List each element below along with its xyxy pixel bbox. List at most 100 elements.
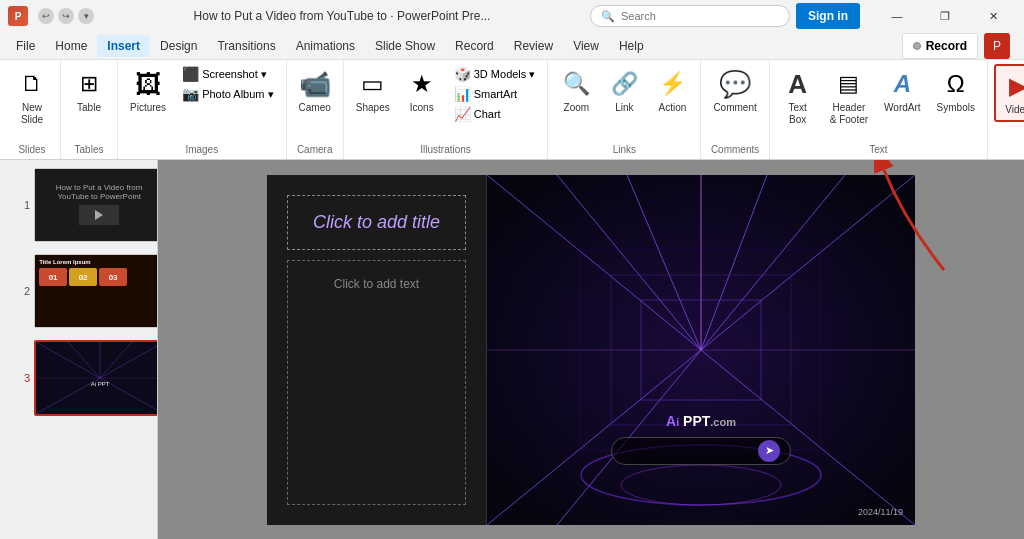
thumb2-box-3: 03 <box>99 268 127 286</box>
new-slide-label: NewSlide <box>21 102 43 126</box>
cameo-icon: 📹 <box>299 68 331 100</box>
slide-thumb-1[interactable]: How to Put a Video from YouTube to Power… <box>34 168 158 242</box>
text-group-label: Text <box>869 144 887 155</box>
pictures-icon: 🖼 <box>132 68 164 100</box>
zoom-icon: 🔍 <box>560 68 592 100</box>
menu-record[interactable]: Record <box>445 35 504 57</box>
menu-home[interactable]: Home <box>45 35 97 57</box>
powerpoint-badge: P <box>984 33 1010 59</box>
action-label: Action <box>658 102 686 114</box>
main-area: 1 How to Put a Video from YouTube to Pow… <box>0 160 1024 539</box>
action-button[interactable]: ⚡ Action <box>650 64 694 118</box>
ribbon-group-media: ▶ Video 🎵 Audio ⬚ ScreenRecording Media <box>988 60 1024 159</box>
comment-icon: 💬 <box>719 68 751 100</box>
record-dot-icon <box>913 42 921 50</box>
aippt-input-bar[interactable]: ➤ <box>611 437 791 465</box>
comments-group-label: Comments <box>711 144 759 155</box>
chart-button[interactable]: 📈 Chart <box>448 104 542 124</box>
icons-label: Icons <box>410 102 434 114</box>
menu-transitions[interactable]: Transitions <box>207 35 285 57</box>
undo-button[interactable]: ↩ <box>38 8 54 24</box>
wordart-label: WordArt <box>884 102 921 114</box>
ppt-text: PPT <box>683 413 710 429</box>
ribbon-group-illustrations: ▭ Shapes ★ Icons 🎲 3D Models ▾ 📊 SmartAr… <box>344 60 549 159</box>
symbols-button[interactable]: Ω Symbols <box>931 64 981 118</box>
pictures-button[interactable]: 🖼 Pictures <box>124 64 172 118</box>
shapes-button[interactable]: ▭ Shapes <box>350 64 396 118</box>
title-placeholder[interactable]: Click to add title <box>287 195 466 250</box>
screenshot-button[interactable]: ⬛ Screenshot ▾ <box>176 64 279 84</box>
action-icon: ⚡ <box>656 68 688 100</box>
chart-label: Chart <box>474 108 501 120</box>
symbols-icon: Ω <box>940 68 972 100</box>
comment-button[interactable]: 💬 Comment <box>707 64 762 118</box>
photo-album-icon: 📷 <box>182 86 198 102</box>
thumb1-title: How to Put a Video from YouTube to Power… <box>39 183 158 201</box>
search-box[interactable]: 🔍 <box>590 5 790 27</box>
menu-design[interactable]: Design <box>150 35 207 57</box>
redo-button[interactable]: ↪ <box>58 8 74 24</box>
menu-view[interactable]: View <box>563 35 609 57</box>
record-top-button[interactable]: Record <box>902 33 978 59</box>
cameo-button[interactable]: 📹 Cameo <box>293 64 337 118</box>
3d-models-icon: 🎲 <box>454 66 470 82</box>
thumb2-title: Title Lorem Ipsum <box>39 259 158 265</box>
header-footer-button[interactable]: ▤ Header& Footer <box>824 64 874 130</box>
customize-button[interactable]: ▾ <box>78 8 94 24</box>
app-icon: P <box>8 6 28 26</box>
record-top-label: Record <box>926 39 967 53</box>
slide-thumb-2[interactable]: Title Lorem Ipsum 01 02 03 <box>34 254 158 328</box>
signin-button[interactable]: Sign in <box>796 3 860 29</box>
chart-icon: 📈 <box>454 106 470 122</box>
canvas-left-pane: Click to add title Click to add text <box>267 175 487 525</box>
close-button[interactable]: ✕ <box>970 1 1016 31</box>
text-box-button[interactable]: A TextBox <box>776 64 820 130</box>
table-button[interactable]: ⊞ Table <box>67 64 111 118</box>
menu-review[interactable]: Review <box>504 35 563 57</box>
link-button[interactable]: 🔗 Link <box>602 64 646 118</box>
slide-thumb-3[interactable]: Ai PPT <box>34 340 158 416</box>
icons-button[interactable]: ★ Icons <box>400 64 444 118</box>
header-footer-icon: ▤ <box>833 68 865 100</box>
svg-text:Ai PPT: Ai PPT <box>91 381 110 387</box>
text-placeholder[interactable]: Click to add text <box>287 260 466 505</box>
smartart-button[interactable]: 📊 SmartArt <box>448 84 542 104</box>
minimize-button[interactable]: — <box>874 1 920 31</box>
links-group-label: Links <box>613 144 636 155</box>
menu-animations[interactable]: Animations <box>286 35 365 57</box>
window-title: How to Put a Video from YouTube to · Pow… <box>100 9 584 23</box>
new-slide-icon: 🗋 <box>16 68 48 100</box>
3d-models-label: 3D Models ▾ <box>474 68 536 81</box>
aippt-send-button[interactable]: ➤ <box>758 440 780 462</box>
screenshot-label: Screenshot ▾ <box>202 68 267 81</box>
shapes-icon: ▭ <box>357 68 389 100</box>
menu-slideshow[interactable]: Slide Show <box>365 35 445 57</box>
smartart-icon: 📊 <box>454 86 470 102</box>
neon-lines-svg <box>487 175 915 525</box>
video-button[interactable]: ▶ Video <box>994 64 1024 122</box>
menu-help[interactable]: Help <box>609 35 654 57</box>
ribbon-group-links: 🔍 Zoom 🔗 Link ⚡ Action Links <box>548 60 701 159</box>
search-input[interactable] <box>621 10 779 22</box>
photo-album-button[interactable]: 📷 Photo Album ▾ <box>176 84 279 104</box>
slides-group-label: Slides <box>18 144 45 155</box>
shapes-label: Shapes <box>356 102 390 114</box>
ribbon-group-tables: ⊞ Table Tables <box>61 60 118 159</box>
new-slide-button[interactable]: 🗋 NewSlide <box>10 64 54 130</box>
thumb2-box-1: 01 <box>39 268 67 286</box>
zoom-label: Zoom <box>564 102 590 114</box>
3d-models-button[interactable]: 🎲 3D Models ▾ <box>448 64 542 84</box>
wordart-button[interactable]: A WordArt <box>878 64 927 118</box>
ribbon-group-comments: 💬 Comment Comments <box>701 60 769 159</box>
thumb3-neon-svg: Ai PPT <box>36 342 158 414</box>
zoom-button[interactable]: 🔍 Zoom <box>554 64 598 118</box>
canvas-right-pane: Ai PPT.com ➤ 2024/11/19 <box>487 175 915 525</box>
video-label: Video <box>1005 104 1024 116</box>
restore-button[interactable]: ❐ <box>922 1 968 31</box>
photo-album-label: Photo Album ▾ <box>202 88 273 101</box>
ribbon-group-camera: 📹 Cameo Camera <box>287 60 344 159</box>
images-group-label: Images <box>185 144 218 155</box>
menu-file[interactable]: File <box>6 35 45 57</box>
menu-insert[interactable]: Insert <box>97 35 150 57</box>
illustrations-group-label: Illustrations <box>420 144 471 155</box>
